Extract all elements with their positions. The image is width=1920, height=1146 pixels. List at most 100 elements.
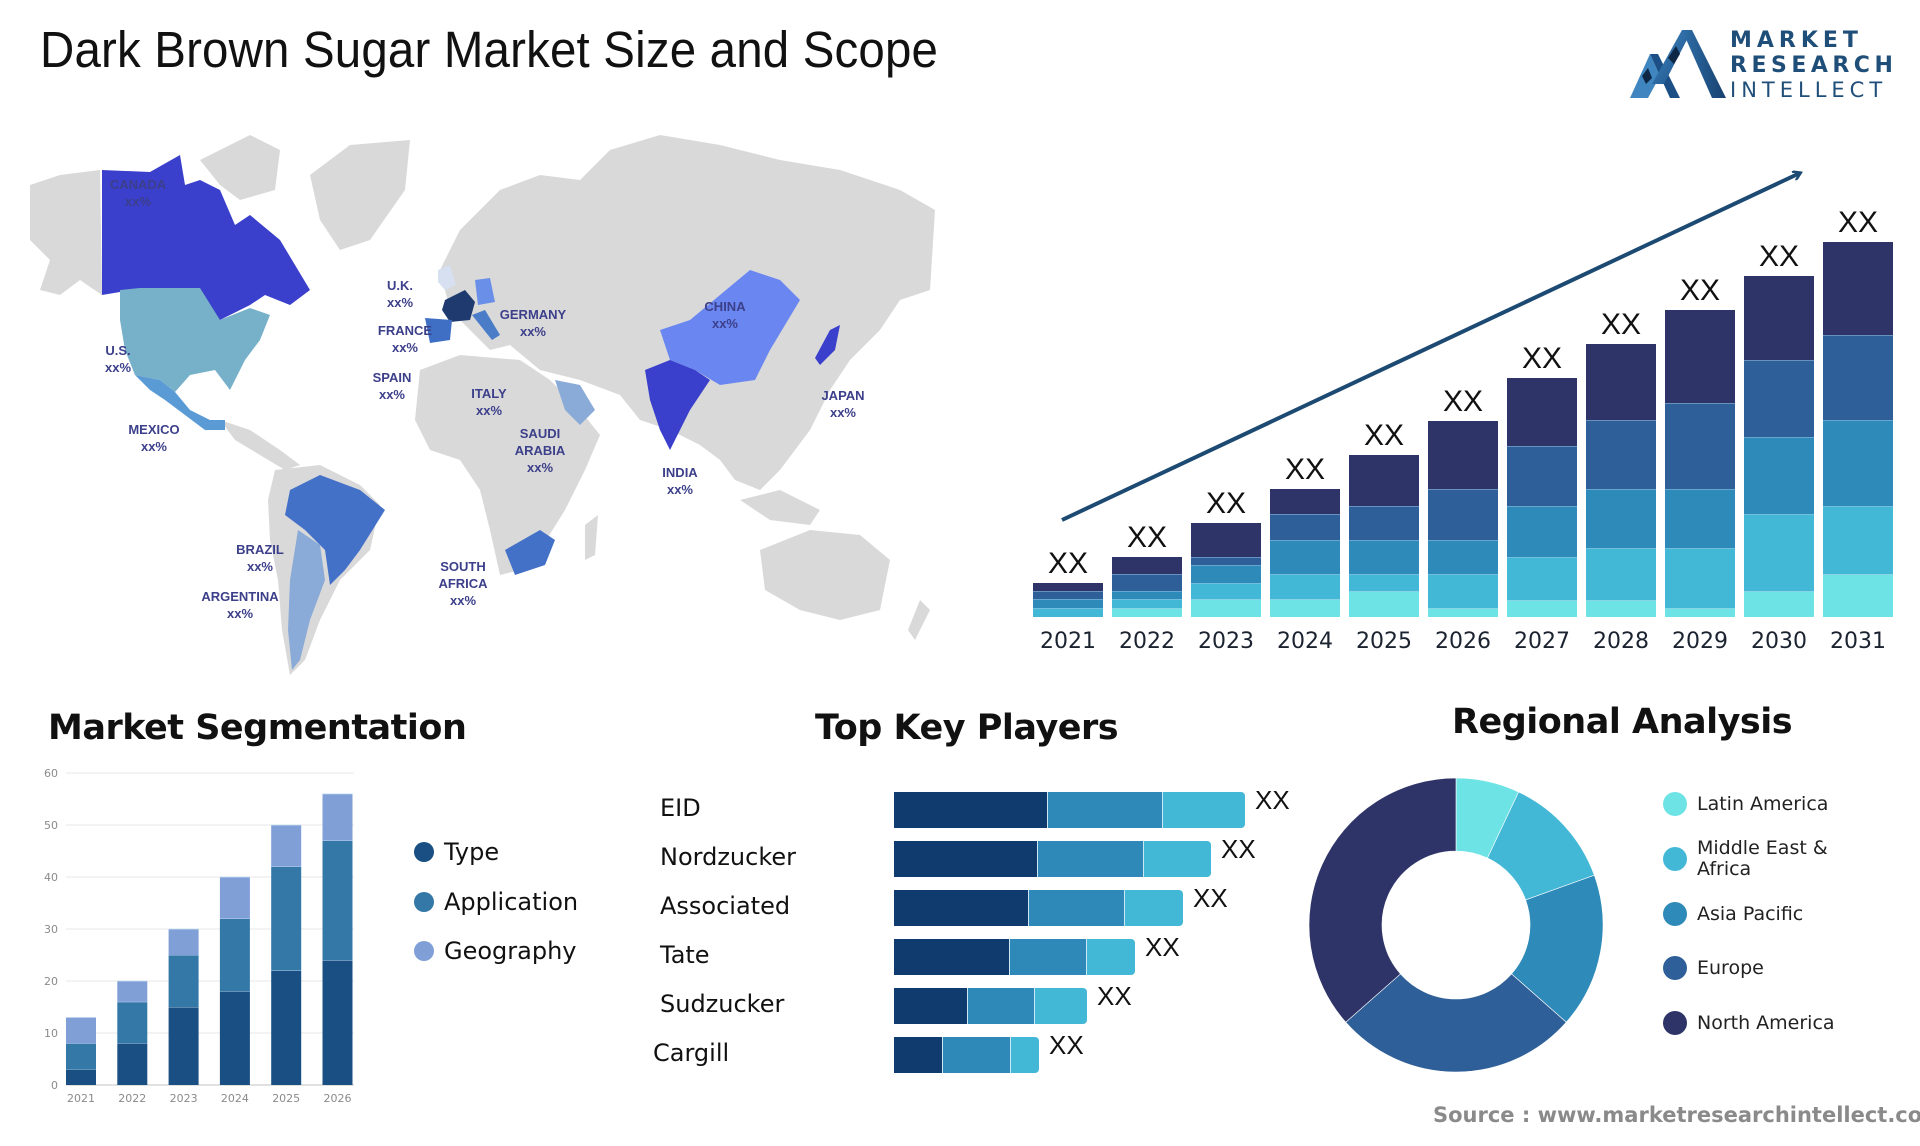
page-title: Dark Brown Sugar Market Size and Scope bbox=[40, 21, 939, 78]
growth-bar-segment-2023-3 bbox=[1191, 565, 1261, 583]
growth-year-label: 2024 bbox=[1277, 629, 1333, 654]
growth-bar-segment-2028-1 bbox=[1586, 600, 1656, 617]
growth-bar-segment-2026-4 bbox=[1428, 489, 1498, 540]
legend-item-type: Type bbox=[414, 838, 499, 866]
growth-bar-segment-2030-4 bbox=[1744, 360, 1814, 437]
growth-year-label: 2027 bbox=[1514, 629, 1570, 654]
seg-bar-type-2026 bbox=[322, 960, 353, 1085]
legend-label-geography: Geography bbox=[444, 937, 577, 965]
seg-bar-application-2025 bbox=[271, 866, 302, 971]
player-name-label: EID bbox=[660, 794, 701, 822]
player-bar-segment-3 bbox=[1034, 988, 1087, 1024]
growth-bar-segment-2027-5 bbox=[1507, 378, 1577, 446]
legend-label-latin-america: Latin America bbox=[1697, 792, 1829, 815]
growth-bar-segment-2023-4 bbox=[1191, 557, 1261, 565]
seg-bar-application-2026 bbox=[322, 840, 353, 961]
growth-bar-segment-2021-2 bbox=[1033, 608, 1103, 617]
legend-dot-geography bbox=[414, 941, 434, 961]
growth-bar-value-label: XX bbox=[1285, 453, 1325, 486]
legend-label-north-america: North America bbox=[1697, 1011, 1835, 1034]
map-label-brazil: BRAZIL xx% bbox=[236, 542, 284, 574]
seg-bar-application-2024 bbox=[219, 918, 250, 992]
seg-bar-application-2022 bbox=[117, 1001, 148, 1044]
growth-bar-segment-2031-5 bbox=[1823, 242, 1893, 335]
growth-year-label: 2022 bbox=[1119, 629, 1175, 654]
map-label-us: U.S. xx% bbox=[104, 343, 132, 375]
land-central-america bbox=[220, 420, 300, 470]
growth-bar-segment-2029-2 bbox=[1665, 548, 1735, 608]
growth-bar-segment-2030-2 bbox=[1744, 514, 1814, 591]
growth-bar-segment-2027-1 bbox=[1507, 600, 1577, 617]
player-bar-segment-1 bbox=[894, 890, 1028, 926]
growth-bar-segment-2027-3 bbox=[1507, 506, 1577, 557]
segmentation-chart: 0 10 20 30 40 50 60 2021 2022 2023 2024 2025 2026 bbox=[30, 760, 380, 1120]
legend-label-europe: Europe bbox=[1697, 956, 1764, 979]
player-bar-segment-3 bbox=[1086, 939, 1135, 975]
growth-bar-segment-2025-5 bbox=[1349, 455, 1419, 506]
growth-bar-value-label: XX bbox=[1206, 487, 1246, 520]
growth-bar-segment-2025-3 bbox=[1349, 540, 1419, 574]
logo-text-intellect: INTELLECT bbox=[1730, 78, 1888, 102]
growth-bar-segment-2027-4 bbox=[1507, 446, 1577, 506]
growth-bar-segment-2031-3 bbox=[1823, 420, 1893, 506]
growth-bar-segment-2023-5 bbox=[1191, 523, 1261, 557]
growth-bar-value-label: XX bbox=[1522, 342, 1562, 375]
player-bar-segment-1 bbox=[894, 841, 1037, 877]
growth-bar-segment-2022-1 bbox=[1112, 608, 1182, 617]
brand-logo: MARKET RESEARCH INTELLECT bbox=[1630, 28, 1900, 102]
growth-bar-segment-2022-2 bbox=[1112, 599, 1182, 608]
growth-bar-value-label: XX bbox=[1759, 240, 1799, 273]
growth-bar-segment-2026-3 bbox=[1428, 540, 1498, 574]
player-bar-eid bbox=[894, 792, 1245, 828]
growth-bar-segment-2026-2 bbox=[1428, 574, 1498, 608]
growth-bar-segment-2028-5 bbox=[1586, 344, 1656, 420]
market-growth-chart: XX 2021 XX 2022 XX 2023 XX 2024 XX 2025 XX 2026 XX 20… bbox=[1020, 150, 1920, 660]
seg-y-tick-label: 10 bbox=[44, 1027, 58, 1040]
legend-dot-europe bbox=[1663, 956, 1687, 980]
growth-bar-value-label: XX bbox=[1048, 547, 1088, 580]
growth-bar-segment-2028-4 bbox=[1586, 420, 1656, 489]
legend-dot-type bbox=[414, 842, 434, 862]
seg-bar-geography-2021 bbox=[66, 1017, 96, 1044]
growth-bar-segment-2021-5 bbox=[1033, 583, 1103, 591]
map-label-india: INDIA xx% bbox=[662, 465, 698, 497]
player-value-label: XX bbox=[1145, 932, 1180, 962]
growth-bar-segment-2023-2 bbox=[1191, 583, 1261, 599]
map-label-italy: ITALY xx% bbox=[471, 386, 507, 418]
growth-bar-segment-2026-1 bbox=[1428, 608, 1498, 617]
player-bar-cargill bbox=[894, 1037, 1039, 1073]
seg-x-tick-label: 2025 bbox=[272, 1092, 300, 1105]
seg-bar-geography-2025 bbox=[271, 825, 302, 867]
growth-bar-segment-2026-5 bbox=[1428, 421, 1498, 489]
logo-text-market: MARKET bbox=[1730, 28, 1863, 53]
legend-item-application: Application bbox=[414, 888, 578, 916]
seg-bar-geography-2022 bbox=[117, 981, 148, 1002]
growth-bar-segment-2030-3 bbox=[1744, 437, 1814, 514]
market-growth-svg: XX 2021 XX 2022 XX 2023 XX 2024 XX 2025 XX 2026 XX 20… bbox=[1033, 150, 1893, 654]
region-legend-asia-pacific: Asia Pacific bbox=[1663, 902, 1803, 926]
growth-bar-segment-2029-1 bbox=[1665, 608, 1735, 617]
map-label-spain: SPAIN xx% bbox=[372, 370, 412, 402]
logo-mountain-icon bbox=[1630, 30, 1726, 98]
seg-y-tick-label: 30 bbox=[44, 923, 58, 936]
map-label-japan: JAPAN xx% bbox=[821, 388, 865, 420]
player-name-label: Sudzucker bbox=[660, 990, 785, 1018]
growth-bar-segment-2027-2 bbox=[1507, 557, 1577, 600]
seg-bar-geography-2024 bbox=[219, 877, 250, 919]
seg-x-tick-label: 2021 bbox=[67, 1092, 95, 1105]
growth-year-label: 2021 bbox=[1040, 629, 1096, 654]
growth-bar-segment-2028-2 bbox=[1586, 548, 1656, 600]
player-bar-segment-2 bbox=[942, 1037, 1010, 1073]
player-bar-associated bbox=[894, 890, 1183, 926]
seg-bar-type-2023 bbox=[168, 1007, 199, 1085]
seg-bar-application-2023 bbox=[168, 955, 199, 1007]
legend-label-mea: Middle East & Africa bbox=[1697, 837, 1828, 880]
player-value-label: XX bbox=[1097, 981, 1132, 1011]
growth-bar-segment-2025-1 bbox=[1349, 591, 1419, 617]
region-legend-latin-america: Latin America bbox=[1663, 792, 1828, 816]
growth-bar-segment-2029-5 bbox=[1665, 310, 1735, 403]
player-bar-segment-3 bbox=[1124, 890, 1183, 926]
seg-bar-type-2025 bbox=[271, 970, 302, 1085]
legend-label-application: Application bbox=[444, 888, 579, 916]
player-value-label: XX bbox=[1221, 834, 1256, 864]
